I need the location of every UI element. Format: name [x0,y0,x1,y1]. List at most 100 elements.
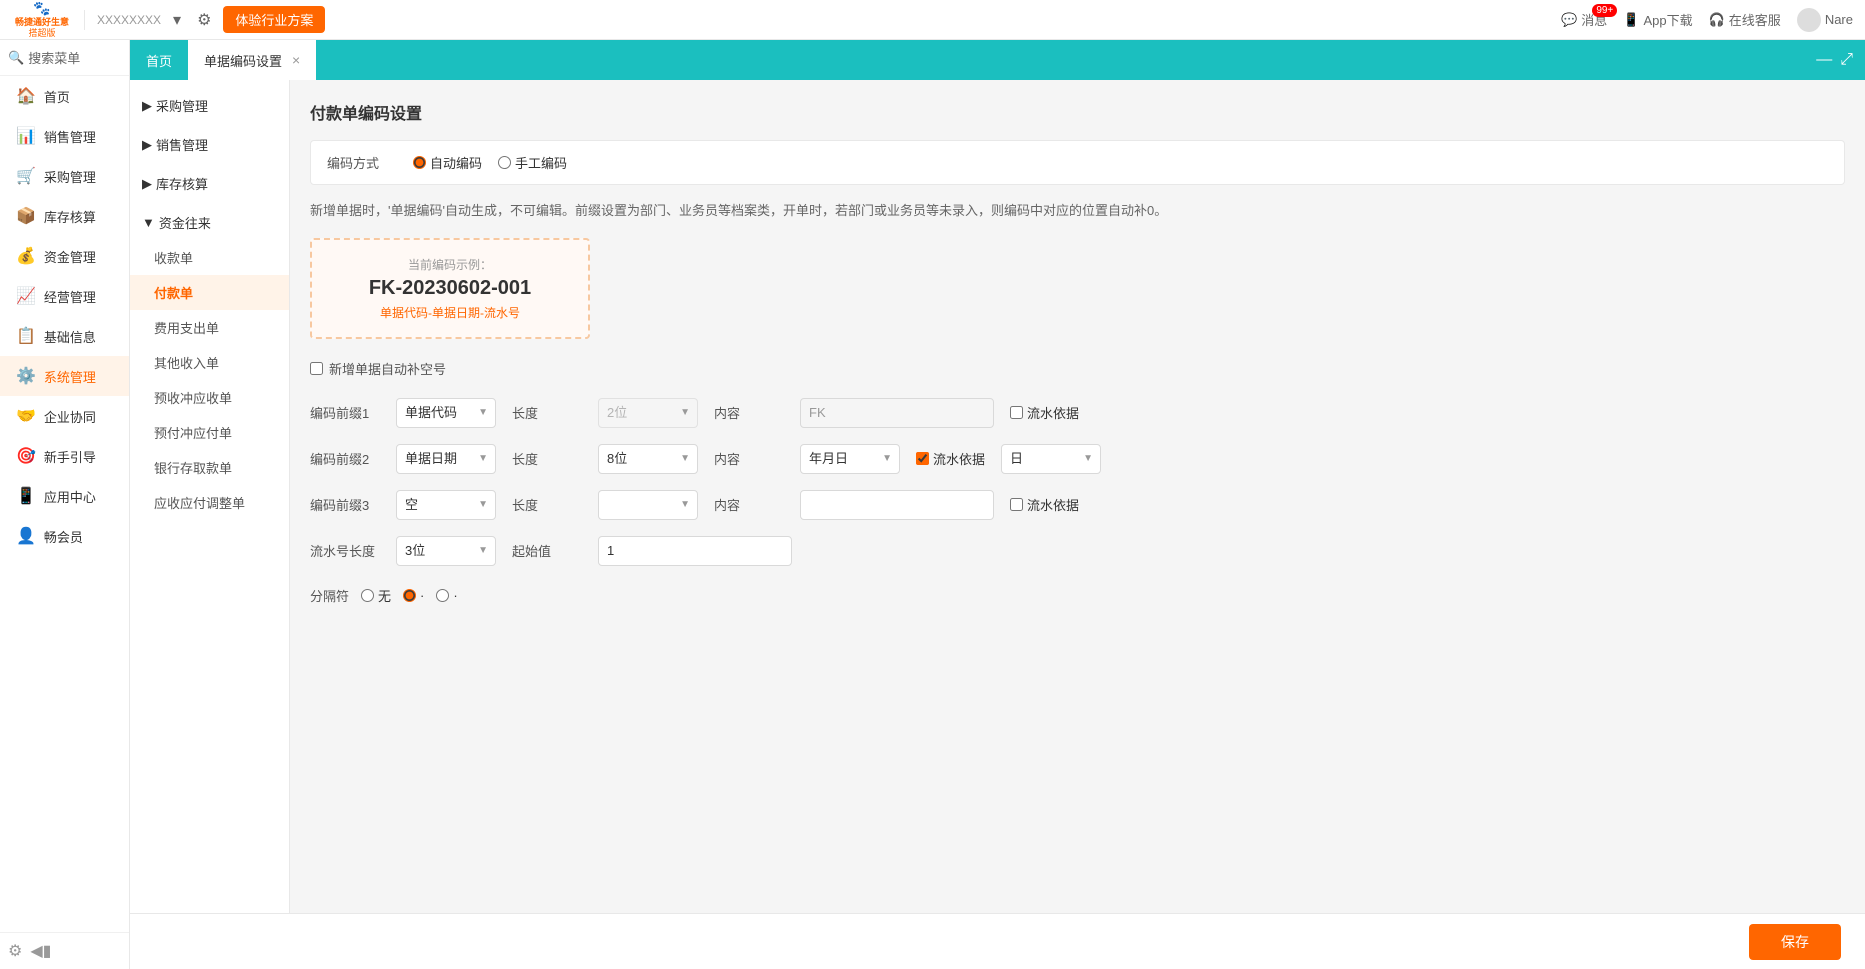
sidebar-collapse-btn[interactable]: ◀▮ [30,941,51,961]
sep-dot2-radio[interactable] [436,589,449,602]
search-label: 搜索菜单 [28,48,80,67]
auto-fill-row: 新增单据自动补空号 [310,359,1845,378]
content2-label: 内容 [714,449,784,468]
left-menu-item-prepay-ar[interactable]: 预收冲应收单 [130,380,289,415]
sidebar-label-apps: 应用中心 [44,487,96,506]
sep-dot-option[interactable]: · [403,588,424,603]
tab-close-btn[interactable]: × [292,52,300,68]
period-select[interactable]: 日 [1001,444,1101,474]
sep-none-option[interactable]: 无 [361,586,391,605]
app-download-btn[interactable]: 📱 App下载 [1623,10,1692,29]
sep-dot2-option[interactable]: · [436,588,457,603]
left-menu-purchase-header[interactable]: ▶ 采购管理 [130,88,289,123]
serial3-checkbox[interactable] [1010,498,1023,511]
sep-dot-radio[interactable] [403,589,416,602]
serial2-checkbox[interactable] [916,452,929,465]
auto-encode-option[interactable]: 自动编码 [413,153,482,172]
serial-length-select[interactable]: 3位 [396,536,496,566]
left-menu-item-receipt[interactable]: 收款单 [130,240,289,275]
headset-icon: 🎧 [1709,12,1725,28]
prefix2-select-wrapper: 单据日期 [396,444,496,474]
left-menu-group-inventory: ▶ 库存核算 [130,166,289,201]
chevron-right-icon3: ▶ [142,176,152,192]
sidebar-search[interactable]: 🔍 搜索菜单 [0,40,129,76]
sidebar-label-enterprise: 企业协同 [44,407,96,426]
divider [84,10,85,30]
sidebar-item-basic[interactable]: 📋 基础信息 [0,316,129,356]
prefix3-select-wrapper: 空 [396,490,496,520]
left-menu-item-prepay-ap[interactable]: 预付冲应付单 [130,415,289,450]
left-menu-item-adjust[interactable]: 应收应付调整单 [130,485,289,520]
form-area: 付款单编码设置 编码方式 自动编码 手工编码 [290,80,1865,913]
message-btn[interactable]: 💬 消息 99+ [1561,10,1607,29]
length2-select-wrapper: 8位 [598,444,698,474]
sidebar-item-enterprise[interactable]: 🤝 企业协同 [0,396,129,436]
tab-maximize-btn[interactable]: ⤢ [1840,51,1853,69]
prefix1-select[interactable]: 单据代码 [396,398,496,428]
info-text: 新增单据时，'单据编码'自动生成，不可编辑。前缀设置为部门、业务员等档案类，开单… [310,201,1845,222]
content2-select[interactable]: 年月日 [800,444,900,474]
sidebar-item-operations[interactable]: 📈 经营管理 [0,276,129,316]
sidebar-item-sales[interactable]: 📊 销售管理 [0,116,129,156]
online-service-btn[interactable]: 🎧 在线客服 [1709,10,1781,29]
sidebar-item-home[interactable]: 🏠 首页 [0,76,129,116]
left-menu-finance-header[interactable]: ▼ 资金往来 [130,205,289,240]
dropdown-btn[interactable]: ▾ [169,6,185,34]
length3-select[interactable] [598,490,698,520]
auto-encode-label: 自动编码 [430,153,482,172]
system-icon: ⚙️ [16,366,36,386]
sidebar-item-finance[interactable]: 💰 资金管理 [0,236,129,276]
auto-fill-checkbox[interactable] [310,362,323,375]
sep-none-label: 无 [378,586,391,605]
tab-minimize-btn[interactable]: — [1816,51,1832,69]
left-menu-sales-header[interactable]: ▶ 销售管理 [130,127,289,162]
prefix3-select[interactable]: 空 [396,490,496,520]
settings-btn[interactable]: ⚙ [193,6,215,34]
sidebar-item-apps[interactable]: 📱 应用中心 [0,476,129,516]
length2-select[interactable]: 8位 [598,444,698,474]
sidebar-item-inventory[interactable]: 📦 库存核算 [0,196,129,236]
sidebar-settings-btn[interactable]: ⚙ [8,941,22,961]
preview-code: FK-20230602-001 [328,277,572,300]
sidebar-label-operations: 经营管理 [44,287,96,306]
tab-home[interactable]: 首页 [130,40,188,80]
encoding-method-radio-group: 编码方式 自动编码 手工编码 [327,153,1828,172]
sidebar-item-system[interactable]: ⚙️ 系统管理 [0,356,129,396]
start-value-input[interactable]: 1 [598,536,792,566]
sidebar-item-guide[interactable]: 🎯 新手引导 [0,436,129,476]
chevron-right-icon: ▶ [142,98,152,114]
left-menu-item-bank[interactable]: 银行存取款单 [130,450,289,485]
length2-label: 长度 [512,449,582,468]
finance-icon: 💰 [16,246,36,266]
app-sub-name: 搭超版 [15,28,69,39]
sep-none-radio[interactable] [361,589,374,602]
sidebar-item-purchase[interactable]: 🛒 采购管理 [0,156,129,196]
top-bar-right: 💬 消息 99+ 📱 App下载 🎧 在线客服 Nare [1561,8,1853,32]
manual-encode-radio[interactable] [498,156,511,169]
encoding-method-label: 编码方式 [327,153,397,172]
sidebar-item-member[interactable]: 👤 畅会员 [0,516,129,556]
serial2-label: 流水依据 [933,449,985,468]
tab-encoding[interactable]: 单据编码设置 × [188,40,316,80]
left-menu-inventory-header[interactable]: ▶ 库存核算 [130,166,289,201]
user-profile[interactable]: Nare [1797,8,1853,32]
chevron-right-icon2: ▶ [142,137,152,153]
save-button[interactable]: 保存 [1749,924,1841,960]
app-name: 畅捷通好生意 [15,17,69,28]
left-menu-item-payment[interactable]: 付款单 [130,275,289,310]
left-menu-sales-label: 销售管理 [156,135,208,154]
length1-label: 长度 [512,403,582,422]
prefix2-select[interactable]: 单据日期 [396,444,496,474]
separator-label: 分隔符 [310,586,349,605]
sidebar-label-finance: 资金管理 [44,247,96,266]
manual-encode-option[interactable]: 手工编码 [498,153,567,172]
left-menu-item-expense[interactable]: 费用支出单 [130,310,289,345]
content3-input[interactable] [800,490,994,520]
serial1-checkbox[interactable] [1010,406,1023,419]
sidebar-label-home: 首页 [44,87,70,106]
prefix2-label: 编码前缀2 [310,449,380,468]
separator-section: 分隔符 无 · · [310,586,1845,605]
experience-btn[interactable]: 体验行业方案 [223,6,325,33]
left-menu-item-other-income[interactable]: 其他收入单 [130,345,289,380]
auto-encode-radio[interactable] [413,156,426,169]
